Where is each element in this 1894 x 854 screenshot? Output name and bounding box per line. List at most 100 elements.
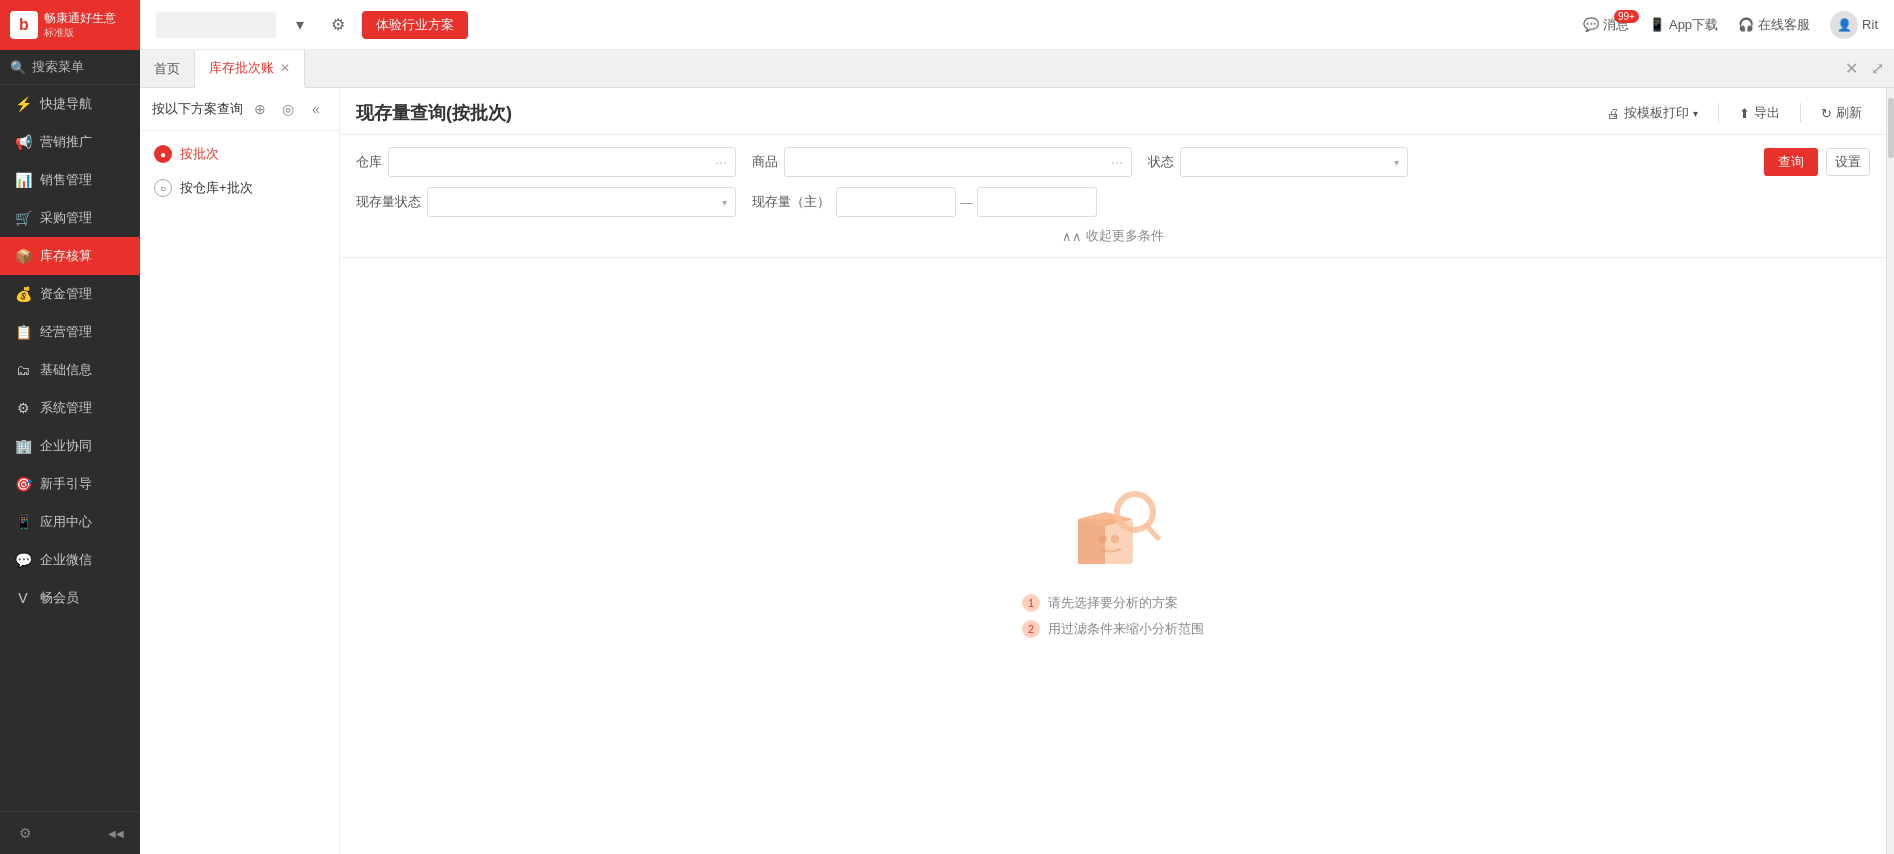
stock-status-dropdown-icon: ▾ [722, 197, 727, 208]
sidebar-item-inventory[interactable]: 📦 库存核算 [0, 237, 140, 275]
filter-row-1: 仓库 ··· 商品 ··· [356, 147, 1870, 177]
stock-status-select[interactable]: ▾ [427, 187, 736, 217]
purchase-icon: 🛒 [14, 209, 32, 227]
left-panel-title: 按以下方案查询 [152, 100, 243, 118]
tab-home[interactable]: 首页 [140, 50, 195, 88]
stock-qty-from-input[interactable] [836, 187, 956, 217]
right-scrollbar[interactable] [1886, 88, 1894, 854]
batch-dot: ● [154, 145, 172, 163]
tab-close-icon[interactable]: ✕ [280, 61, 290, 75]
export-btn[interactable]: ⬆ 导出 [1731, 100, 1788, 126]
apps-icon: 📱 [14, 513, 32, 531]
query-button[interactable]: 查询 [1764, 148, 1818, 176]
dropdown-icon[interactable]: ▾ [286, 11, 314, 39]
sidebar-item-label: 营销推广 [40, 133, 92, 151]
sidebar-item-marketing[interactable]: 📢 营销推广 [0, 123, 140, 161]
sidebar-item-label: 基础信息 [40, 361, 92, 379]
warehouse-label: 仓库 [356, 153, 382, 171]
scrollbar-handle[interactable] [1888, 98, 1894, 158]
print-icon: 🖨 [1607, 106, 1620, 121]
main-content: ▾ ⚙ 体验行业方案 💬 消息 99+ 📱 App下载 🎧 在线客服 👤 Rit [140, 0, 1894, 854]
marketing-icon: 📢 [14, 133, 32, 151]
basics-icon: 🗂 [14, 361, 32, 379]
status-dropdown-icon: ▾ [1394, 157, 1399, 168]
sidebar-item-basics[interactable]: 🗂 基础信息 [0, 351, 140, 389]
settings-button[interactable]: 设置 [1826, 148, 1870, 176]
stock-qty-to-input[interactable] [977, 187, 1097, 217]
sidebar-item-purchase[interactable]: 🛒 采购管理 [0, 199, 140, 237]
sidebar-item-sales[interactable]: 📊 销售管理 [0, 161, 140, 199]
page-area: 按以下方案查询 ⊕ ◎ « ● 按批次 ○ 按仓库+批次 [140, 88, 1894, 854]
right-panel: 现存量查询(按批次) 🖨 按模板打印 ▾ ⬆ 导出 ↻ 刷 [340, 88, 1886, 854]
collapse-filter-btn[interactable]: ∧∧ 收起更多条件 [356, 227, 1870, 245]
tab-inventory-batch[interactable]: 库存批次账 ✕ [195, 50, 305, 88]
messages-item[interactable]: 💬 消息 99+ [1583, 16, 1629, 34]
try-industry-button[interactable]: 体验行业方案 [362, 11, 468, 39]
wechat-icon: 💬 [14, 551, 32, 569]
sidebar-item-quick-nav[interactable]: ⚡ 快捷导航 [0, 85, 140, 123]
left-panel: 按以下方案查询 ⊕ ◎ « ● 按批次 ○ 按仓库+批次 [140, 88, 340, 854]
svg-point-5 [1099, 535, 1107, 543]
step-1-num: 1 [1022, 594, 1040, 612]
product-label: 商品 [752, 153, 778, 171]
top-bar: ▾ ⚙ 体验行业方案 💬 消息 99+ 📱 App下载 🎧 在线客服 👤 Rit [140, 0, 1894, 50]
status-filter-field: 状态 ▾ [1148, 147, 1408, 177]
status-select[interactable]: ▾ [1180, 147, 1408, 177]
sidebar-item-guide[interactable]: 🎯 新手引导 [0, 465, 140, 503]
stock-status-field: 现存量状态 ▾ [356, 187, 736, 217]
page-actions: 🖨 按模板打印 ▾ ⬆ 导出 ↻ 刷新 [1599, 100, 1870, 126]
refresh-btn[interactable]: ↻ 刷新 [1813, 100, 1870, 126]
add-scheme-btn[interactable]: ⊕ [249, 98, 271, 120]
message-icon: 💬 [1583, 17, 1599, 32]
sidebar-item-finance[interactable]: 💰 资金管理 [0, 275, 140, 313]
collapse-label: 收起更多条件 [1086, 227, 1164, 245]
scheme-by-warehouse-batch[interactable]: ○ 按仓库+批次 [140, 171, 339, 205]
scheme-list: ● 按批次 ○ 按仓库+批次 [140, 131, 339, 211]
user-profile-item[interactable]: 👤 Rit [1830, 11, 1878, 39]
panel-expand-btn[interactable]: ⤢ [1871, 59, 1884, 78]
sidebar-item-system[interactable]: ⚙ 系统管理 [0, 389, 140, 427]
sidebar-item-operations[interactable]: 📋 经营管理 [0, 313, 140, 351]
settings-icon[interactable]: ⚙ [324, 11, 352, 39]
panel-close-btn[interactable]: ✕ [1839, 57, 1863, 81]
app-name: 畅康通好生意 [44, 11, 116, 27]
top-search-input[interactable] [156, 12, 276, 38]
app-download-item[interactable]: 📱 App下载 [1649, 16, 1718, 34]
online-service-label: 在线客服 [1758, 16, 1810, 34]
inventory-icon: 📦 [14, 247, 32, 265]
search-menu-item[interactable]: 🔍 搜索菜单 [0, 50, 140, 85]
sidebar-item-apps[interactable]: 📱 应用中心 [0, 503, 140, 541]
step-2-text: 用过滤条件来缩小分析范围 [1048, 620, 1204, 638]
product-dots-icon[interactable]: ··· [1111, 154, 1123, 170]
tab-bar: 首页 库存批次账 ✕ ✕ ⤢ [140, 50, 1894, 88]
sidebar-item-vip[interactable]: V 畅会员 [0, 579, 140, 617]
online-service-item[interactable]: 🎧 在线客服 [1738, 16, 1810, 34]
warehouse-dots-icon[interactable]: ··· [715, 154, 727, 170]
warehouse-input[interactable]: ··· [388, 147, 736, 177]
sidebar-item-label: 销售管理 [40, 171, 92, 189]
sidebar-item-label: 新手引导 [40, 475, 92, 493]
export-label: 导出 [1754, 104, 1780, 122]
sidebar-bottom: ⚙ ◀◀ [0, 811, 140, 854]
settings-bottom-icon[interactable]: ⚙ [14, 822, 36, 844]
empty-state: 1 请先选择要分析的方案 2 用过滤条件来缩小分析范围 [340, 258, 1886, 854]
sidebar-item-wechat[interactable]: 💬 企业微信 [0, 541, 140, 579]
scheme-by-warehouse-batch-label: 按仓库+批次 [180, 179, 253, 197]
messages-badge: 99+ [1614, 10, 1639, 23]
refresh-label: 刷新 [1836, 104, 1862, 122]
sidebar-item-label: 企业微信 [40, 551, 92, 569]
sidebar-collapse-btn[interactable]: ◀◀ [106, 823, 126, 843]
collapse-panel-btn[interactable]: « [305, 98, 327, 120]
stock-qty-label: 现存量（主） [752, 193, 830, 211]
sidebar-item-enterprise[interactable]: 🏢 企业协同 [0, 427, 140, 465]
empty-step-2: 2 用过滤条件来缩小分析范围 [1022, 620, 1204, 638]
system-icon: ⚙ [14, 399, 32, 417]
print-template-btn[interactable]: 🖨 按模板打印 ▾ [1599, 100, 1706, 126]
sidebar-header: b 畅康通好生意 标准版 [0, 0, 140, 50]
status-label: 状态 [1148, 153, 1174, 171]
export-icon: ⬆ [1739, 106, 1750, 121]
manage-scheme-btn[interactable]: ◎ [277, 98, 299, 120]
guide-icon: 🎯 [14, 475, 32, 493]
scheme-by-batch[interactable]: ● 按批次 [140, 137, 339, 171]
product-input[interactable]: ··· [784, 147, 1132, 177]
